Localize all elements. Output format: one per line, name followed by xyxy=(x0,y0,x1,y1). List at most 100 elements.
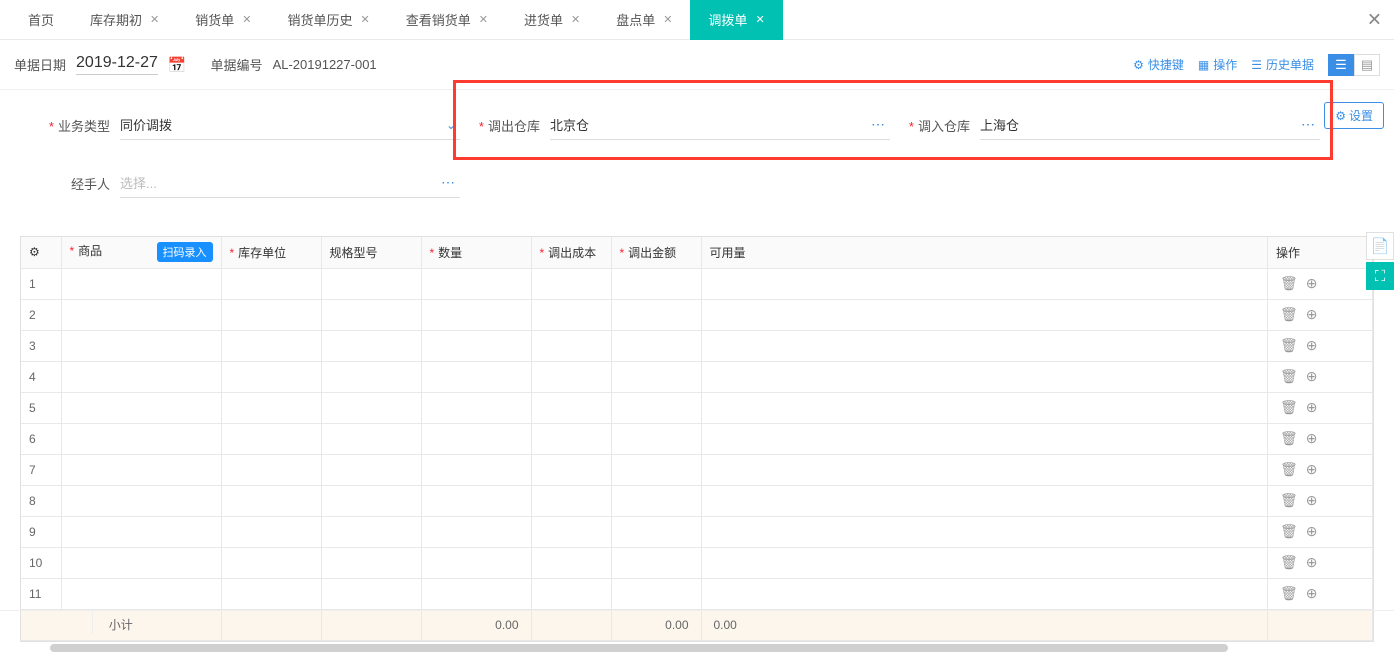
field-out-warehouse: *调出仓库 北京仓 ⋯ xyxy=(460,110,890,140)
row-number: 7 xyxy=(21,454,61,485)
row-ops: 🗑⊕ xyxy=(1268,423,1373,454)
settings-button[interactable]: ⚙设置 xyxy=(1324,102,1384,129)
close-icon[interactable]: ✕ xyxy=(150,13,159,26)
scan-badge[interactable]: 扫码录入 xyxy=(157,242,213,262)
row-number: 6 xyxy=(21,423,61,454)
table-row[interactable]: 8🗑⊕ xyxy=(21,485,1373,516)
close-icon[interactable]: ✕ xyxy=(663,13,672,26)
more-icon[interactable]: ⋯ xyxy=(441,174,456,191)
close-icon[interactable]: ✕ xyxy=(361,13,370,26)
add-icon[interactable]: ⊕ xyxy=(1306,337,1318,354)
delete-icon[interactable]: 🗑 xyxy=(1280,399,1298,416)
row-ops: 🗑⊕ xyxy=(1268,485,1373,516)
col-cost: *调出成本 xyxy=(531,237,611,268)
close-all-icon[interactable]: ✕ xyxy=(1367,9,1382,30)
footer-bar xyxy=(0,610,1394,634)
delete-icon[interactable]: 🗑 xyxy=(1280,306,1298,323)
row-number: 10 xyxy=(21,547,61,578)
fullscreen-button[interactable]: ⛶ xyxy=(1366,262,1394,290)
add-icon[interactable]: ⊕ xyxy=(1306,306,1318,323)
gear-column[interactable]: ⚙ xyxy=(21,237,61,268)
row-number: 1 xyxy=(21,268,61,299)
add-icon[interactable]: ⊕ xyxy=(1306,430,1318,447)
operate-link[interactable]: ▦操作 xyxy=(1198,56,1237,73)
history-link[interactable]: ☰历史单据 xyxy=(1251,56,1314,73)
add-icon[interactable]: ⊕ xyxy=(1306,399,1318,416)
notes-button[interactable]: 📄 xyxy=(1366,232,1394,260)
delete-icon[interactable]: 🗑 xyxy=(1280,492,1298,509)
tab-stocktake[interactable]: 盘点单✕ xyxy=(598,0,690,40)
header-left: 单据日期 2019-12-27 📅 单据编号 AL-20191227-001 xyxy=(14,54,377,75)
doc-no-label: 单据编号 xyxy=(211,55,263,74)
row-number: 3 xyxy=(21,330,61,361)
add-icon[interactable]: ⊕ xyxy=(1306,554,1318,571)
in-warehouse-select[interactable]: 上海仓 ⋯ xyxy=(980,110,1320,140)
date-value[interactable]: 2019-12-27 xyxy=(76,54,158,75)
tab-sales-history[interactable]: 销货单历史✕ xyxy=(269,0,387,40)
add-icon[interactable]: ⊕ xyxy=(1306,275,1318,292)
biz-type-select[interactable]: 同价调拨 ⌄ xyxy=(120,110,460,140)
view-grid-button[interactable]: ▤ xyxy=(1354,54,1380,76)
row-number: 11 xyxy=(21,578,61,609)
col-spec: 规格型号 xyxy=(321,237,421,268)
calendar-icon[interactable]: 📅 xyxy=(168,56,187,74)
doc-no-value: AL-20191227-001 xyxy=(273,57,377,72)
handler-select[interactable]: 选择... ⋯ xyxy=(120,168,460,198)
list-icon: ☰ xyxy=(1251,58,1262,72)
out-warehouse-select[interactable]: 北京仓 ⋯ xyxy=(550,110,890,140)
delete-icon[interactable]: 🗑 xyxy=(1280,523,1298,540)
date-label: 单据日期 xyxy=(14,55,66,74)
field-biz-type: *业务类型 同价调拨 ⌄ xyxy=(30,110,460,140)
more-icon[interactable]: ⋯ xyxy=(1301,116,1316,133)
add-icon[interactable]: ⊕ xyxy=(1306,523,1318,540)
view-list-button[interactable]: ☰ xyxy=(1328,54,1354,76)
more-icon[interactable]: ⋯ xyxy=(871,116,886,133)
delete-icon[interactable]: 🗑 xyxy=(1280,430,1298,447)
table-row[interactable]: 6🗑⊕ xyxy=(21,423,1373,454)
tab-home[interactable]: 首页 xyxy=(10,0,72,40)
tab-inventory-init[interactable]: 库存期初✕ xyxy=(72,0,177,40)
table-row[interactable]: 4🗑⊕ xyxy=(21,361,1373,392)
view-toggle: ☰ ▤ xyxy=(1328,54,1380,76)
close-icon[interactable]: ✕ xyxy=(479,13,488,26)
table-row[interactable]: 11 🗑 ⊕ xyxy=(21,578,1373,609)
table-row[interactable]: 1 🗑 ⊕ xyxy=(21,268,1373,299)
add-icon[interactable]: ⊕ xyxy=(1306,368,1318,385)
table-row[interactable]: 2 🗑 ⊕ xyxy=(21,299,1373,330)
tab-transfer[interactable]: 调拨单✕ xyxy=(690,0,782,40)
field-in-warehouse: *调入仓库 上海仓 ⋯ xyxy=(890,110,1320,140)
col-product: *商品扫码录入 xyxy=(61,237,221,268)
tab-view-sales[interactable]: 查看销货单✕ xyxy=(388,0,506,40)
table-row[interactable]: 9🗑⊕ xyxy=(21,516,1373,547)
table-row[interactable]: 5🗑⊕ xyxy=(21,392,1373,423)
table-row[interactable]: 7 🗑 ⊕ xyxy=(21,454,1373,485)
form-area: ⚙设置 *业务类型 同价调拨 ⌄ *调出仓库 北京仓 ⋯ *调入仓库 上海仓 ⋯… xyxy=(0,90,1394,236)
close-icon[interactable]: ✕ xyxy=(571,13,580,26)
row-number: 2 xyxy=(21,299,61,330)
tabs-bar: 首页 库存期初✕ 销货单✕ 销货单历史✕ 查看销货单✕ 进货单✕ 盘点单✕ 调拨… xyxy=(0,0,1394,40)
col-qty: *数量 xyxy=(421,237,531,268)
delete-icon[interactable]: 🗑 xyxy=(1280,337,1298,354)
delete-icon[interactable]: 🗑 xyxy=(1280,585,1298,602)
row-ops: 🗑⊕ xyxy=(1268,330,1373,361)
delete-icon[interactable]: 🗑 xyxy=(1280,368,1298,385)
add-icon[interactable]: ⊕ xyxy=(1306,585,1318,602)
gear-icon: ⚙ xyxy=(1133,58,1144,72)
add-icon[interactable]: ⊕ xyxy=(1306,461,1318,478)
row-ops: 🗑⊕ xyxy=(1268,392,1373,423)
delete-icon[interactable]: 🗑 xyxy=(1280,275,1298,292)
close-icon[interactable]: ✕ xyxy=(242,13,251,26)
tab-purchase[interactable]: 进货单✕ xyxy=(506,0,598,40)
tab-sales-order[interactable]: 销货单✕ xyxy=(177,0,269,40)
table-row[interactable]: 10 🗑 ⊕ xyxy=(21,547,1373,578)
row-number: 8 xyxy=(21,485,61,516)
close-icon[interactable]: ✕ xyxy=(755,13,764,26)
col-unit: *库存单位 xyxy=(221,237,321,268)
horizontal-scrollbar[interactable] xyxy=(20,644,1374,654)
table-row[interactable]: 3🗑⊕ xyxy=(21,330,1373,361)
delete-icon[interactable]: 🗑 xyxy=(1280,461,1298,478)
add-icon[interactable]: ⊕ xyxy=(1306,492,1318,509)
delete-icon[interactable]: 🗑 xyxy=(1280,554,1298,571)
row-ops: 🗑⊕ xyxy=(1268,361,1373,392)
shortcut-link[interactable]: ⚙快捷键 xyxy=(1133,56,1184,73)
